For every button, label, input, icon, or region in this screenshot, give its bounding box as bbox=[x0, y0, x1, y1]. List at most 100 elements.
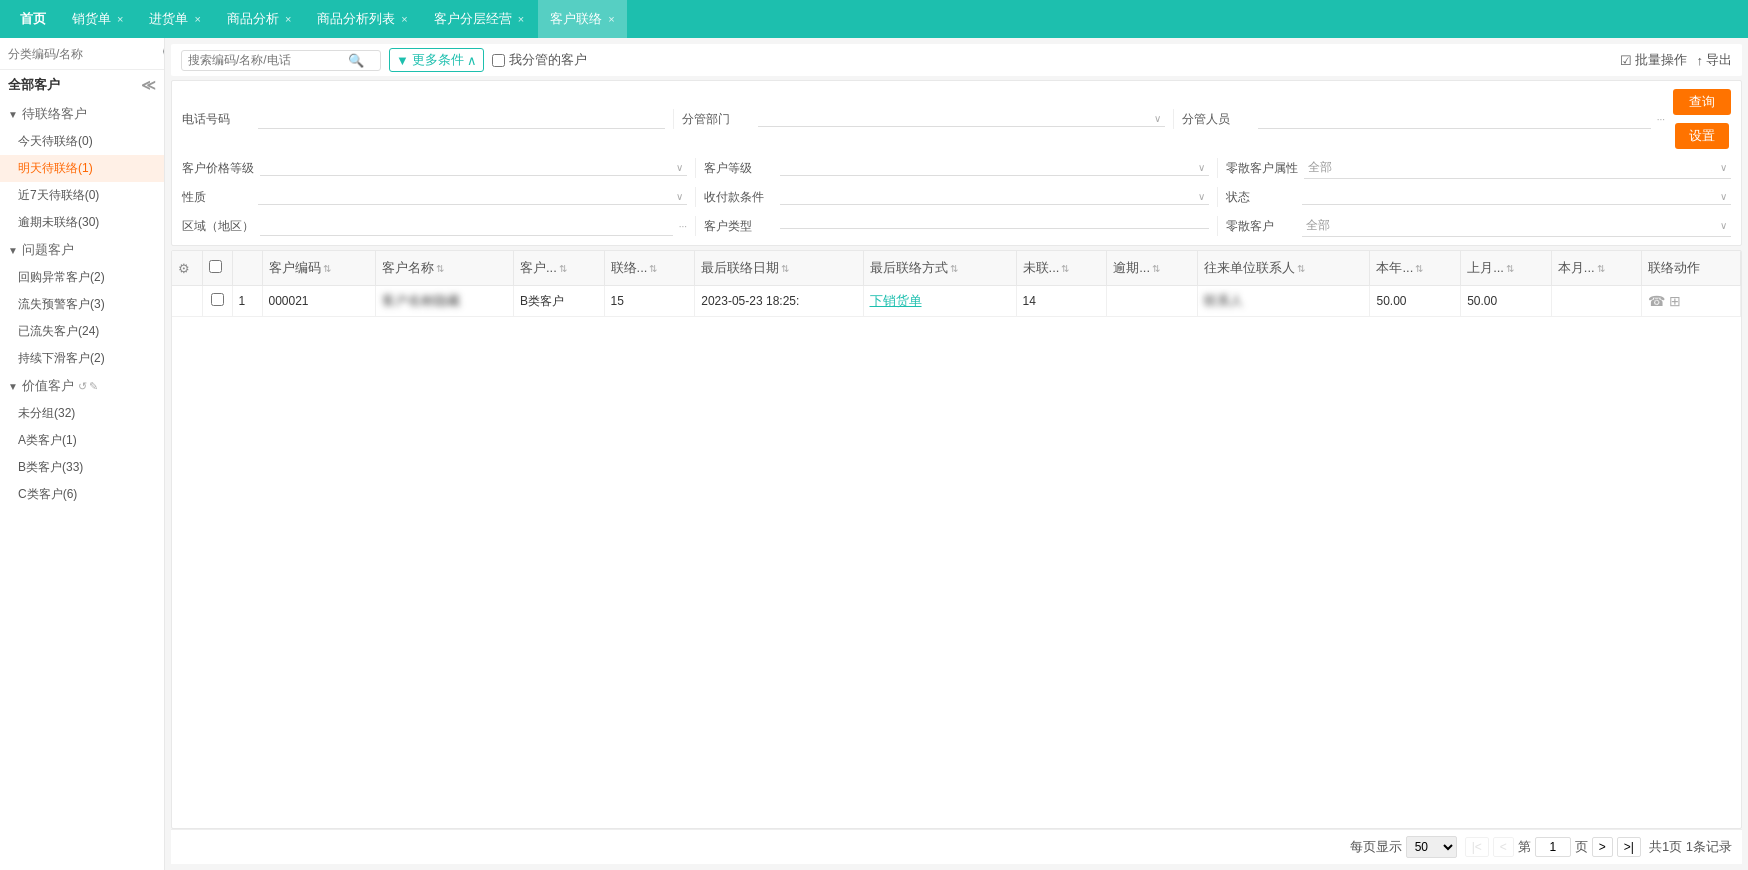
filter-dept: 分管部门 ∨ bbox=[682, 111, 1165, 128]
pagination-bar: 每页显示 50 100 200 |< < 第 页 > >| 共1页 1条记录 bbox=[171, 829, 1742, 864]
query-btn[interactable]: 查询 bbox=[1673, 89, 1731, 115]
filter-person-dots[interactable]: ··· bbox=[1657, 114, 1665, 125]
sort-icon-last-method[interactable]: ⇅ bbox=[950, 263, 958, 274]
filter-customer-level-select[interactable]: ∨ bbox=[780, 160, 1209, 176]
sidebar-item-a-class[interactable]: A类客户(1) bbox=[0, 427, 164, 454]
arrow-down-icon-3: ▼ bbox=[8, 381, 18, 392]
grid-action-icon[interactable]: ⊞ bbox=[1669, 293, 1681, 309]
nav-sales[interactable]: 销货单 × bbox=[60, 0, 135, 38]
filter-row-3: 性质 ∨ 收付款条件 ∨ 状态 bbox=[182, 187, 1731, 207]
filter-retail-customer-label: 零散客户 bbox=[1226, 218, 1296, 235]
sort-icon-this-year[interactable]: ⇅ bbox=[1415, 263, 1423, 274]
sidebar-group-pending[interactable]: ▼ 待联络客户 bbox=[0, 100, 164, 128]
sidebar-group-problem[interactable]: ▼ 问题客户 bbox=[0, 236, 164, 264]
row-checkbox[interactable] bbox=[211, 293, 224, 306]
sort-icon-name[interactable]: ⇅ bbox=[436, 263, 444, 274]
col-name: 客户名称 ⇅ bbox=[376, 251, 514, 286]
filter-region-input[interactable] bbox=[260, 217, 673, 236]
filter-customer-type: 客户类型 bbox=[704, 218, 1209, 235]
filter-status-label: 状态 bbox=[1226, 189, 1296, 206]
sort-icon-contacts[interactable]: ⇅ bbox=[649, 263, 657, 274]
sidebar-all-customers[interactable]: 全部客户 ≪ bbox=[0, 70, 164, 100]
filter-payment-select[interactable]: ∨ bbox=[780, 189, 1209, 205]
sidebar-item-repurchase-abnormal[interactable]: 回购异常客户(2) bbox=[0, 264, 164, 291]
customer-table: ⚙ 客户编码 ⇅ bbox=[172, 251, 1741, 317]
sidebar-collapse-btn[interactable]: ≪ bbox=[141, 77, 156, 93]
row-last-method-link[interactable]: 下销货单 bbox=[870, 293, 922, 308]
sidebar-item-tomorrow[interactable]: 明天待联络(1) bbox=[0, 155, 164, 182]
page-nav: |< < 第 页 > >| bbox=[1465, 837, 1641, 857]
nav-close-sales[interactable]: × bbox=[117, 13, 123, 25]
nav-customer-contact[interactable]: 客户联络 × bbox=[538, 0, 626, 38]
nav-purchase[interactable]: 进货单 × bbox=[137, 0, 212, 38]
nav-goods-list[interactable]: 商品分析列表 × bbox=[305, 0, 419, 38]
filter-dept-select[interactable]: ∨ bbox=[758, 111, 1165, 127]
nav-close-customer-contact[interactable]: × bbox=[608, 13, 614, 25]
filter-nature-select[interactable]: ∨ bbox=[258, 189, 687, 205]
filter-divider-5 bbox=[695, 187, 696, 207]
phone-action-icon[interactable]: ☎ bbox=[1648, 293, 1665, 309]
filter-row-4: 区域（地区） ··· 客户类型 零散客户 全部 ∨ bbox=[182, 215, 1731, 237]
my-customers-checkbox[interactable] bbox=[492, 54, 505, 67]
sidebar-item-churned[interactable]: 已流失客户(24) bbox=[0, 318, 164, 345]
settings-icon[interactable]: ⚙ bbox=[178, 261, 190, 276]
row-overdue-cell bbox=[1107, 286, 1198, 317]
chevron-down-icon-status: ∨ bbox=[1720, 191, 1727, 202]
nav-close-goods-list[interactable]: × bbox=[401, 13, 407, 25]
nav-close-purchase[interactable]: × bbox=[194, 13, 200, 25]
filter-price-level-select[interactable]: ∨ bbox=[260, 160, 687, 176]
filter-retail-attr-label: 零散客户属性 bbox=[1226, 160, 1298, 177]
sort-icon-type[interactable]: ⇅ bbox=[559, 263, 567, 274]
filter-person-input[interactable] bbox=[1258, 110, 1651, 129]
nav-customer-tier[interactable]: 客户分层经营 × bbox=[422, 0, 536, 38]
filter-search-icon[interactable]: 🔍 bbox=[348, 53, 364, 68]
sidebar-search-input[interactable] bbox=[8, 47, 158, 61]
more-filters-btn[interactable]: ▼ 更多条件 ∧ bbox=[389, 48, 484, 72]
sidebar-item-b-class[interactable]: B类客户(33) bbox=[0, 454, 164, 481]
per-page-select[interactable]: 50 100 200 bbox=[1406, 836, 1457, 858]
batch-ops-btn[interactable]: ☑ 批量操作 bbox=[1620, 51, 1687, 69]
sort-icon-uncontacted[interactable]: ⇅ bbox=[1061, 263, 1069, 274]
filter-customer-level: 客户等级 ∨ bbox=[704, 160, 1209, 177]
row-last-date-cell: 2023-05-23 18:25: bbox=[695, 286, 863, 317]
chevron-down-icon-retail: ∨ bbox=[1720, 162, 1727, 173]
sidebar-item-overdue[interactable]: 逾期未联络(30) bbox=[0, 209, 164, 236]
refresh-icon[interactable]: ↺ bbox=[78, 380, 87, 393]
sort-icon-overdue[interactable]: ⇅ bbox=[1152, 263, 1160, 274]
sort-icon-code[interactable]: ⇅ bbox=[323, 263, 331, 274]
edit-icon[interactable]: ✎ bbox=[89, 380, 98, 393]
row-this-month-cell bbox=[1551, 286, 1642, 317]
sort-icon-contact-person[interactable]: ⇅ bbox=[1297, 263, 1305, 274]
filter-search-input[interactable] bbox=[188, 53, 348, 67]
filter-phone-input[interactable] bbox=[258, 110, 665, 129]
sidebar-item-7days[interactable]: 近7天待联络(0) bbox=[0, 182, 164, 209]
sidebar-item-churn-warning[interactable]: 流失预警客户(3) bbox=[0, 291, 164, 318]
nav-close-customer-tier[interactable]: × bbox=[518, 13, 524, 25]
my-customers-check[interactable]: 我分管的客户 bbox=[492, 51, 587, 69]
last-page-btn[interactable]: >| bbox=[1617, 837, 1641, 857]
filter-retail-attr-select[interactable]: 全部 ∨ bbox=[1304, 157, 1731, 179]
nav-goods-analysis[interactable]: 商品分析 × bbox=[215, 0, 303, 38]
page-input[interactable] bbox=[1535, 837, 1571, 857]
sidebar-item-today[interactable]: 今天待联络(0) bbox=[0, 128, 164, 155]
first-page-btn[interactable]: |< bbox=[1465, 837, 1489, 857]
set-btn[interactable]: 设置 bbox=[1675, 123, 1729, 149]
sidebar-item-ungrouped[interactable]: 未分组(32) bbox=[0, 400, 164, 427]
sort-icon-this-month[interactable]: ⇅ bbox=[1597, 263, 1605, 274]
sidebar-group-value[interactable]: ▼ 价值客户 ↺ ✎ bbox=[0, 372, 164, 400]
filter-customer-type-select[interactable] bbox=[780, 224, 1209, 229]
sort-icon-last-date[interactable]: ⇅ bbox=[781, 263, 789, 274]
filter-status-select[interactable]: ∨ bbox=[1302, 189, 1731, 205]
prev-page-btn[interactable]: < bbox=[1493, 837, 1514, 857]
select-all-checkbox[interactable] bbox=[209, 260, 222, 273]
row-name-value[interactable]: 客户名称隐藏 bbox=[382, 293, 460, 308]
filter-retail-customer-select[interactable]: 全部 ∨ bbox=[1302, 215, 1731, 237]
nav-close-goods-analysis[interactable]: × bbox=[285, 13, 291, 25]
sort-icon-last-month[interactable]: ⇅ bbox=[1506, 263, 1514, 274]
export-btn[interactable]: ↑ 导出 bbox=[1697, 51, 1733, 69]
nav-home[interactable]: 首页 bbox=[8, 0, 58, 38]
sidebar-item-declining[interactable]: 持续下滑客户(2) bbox=[0, 345, 164, 372]
sidebar-item-c-class[interactable]: C类客户(6) bbox=[0, 481, 164, 508]
filter-region-dots[interactable]: ··· bbox=[679, 221, 687, 232]
next-page-btn[interactable]: > bbox=[1592, 837, 1613, 857]
